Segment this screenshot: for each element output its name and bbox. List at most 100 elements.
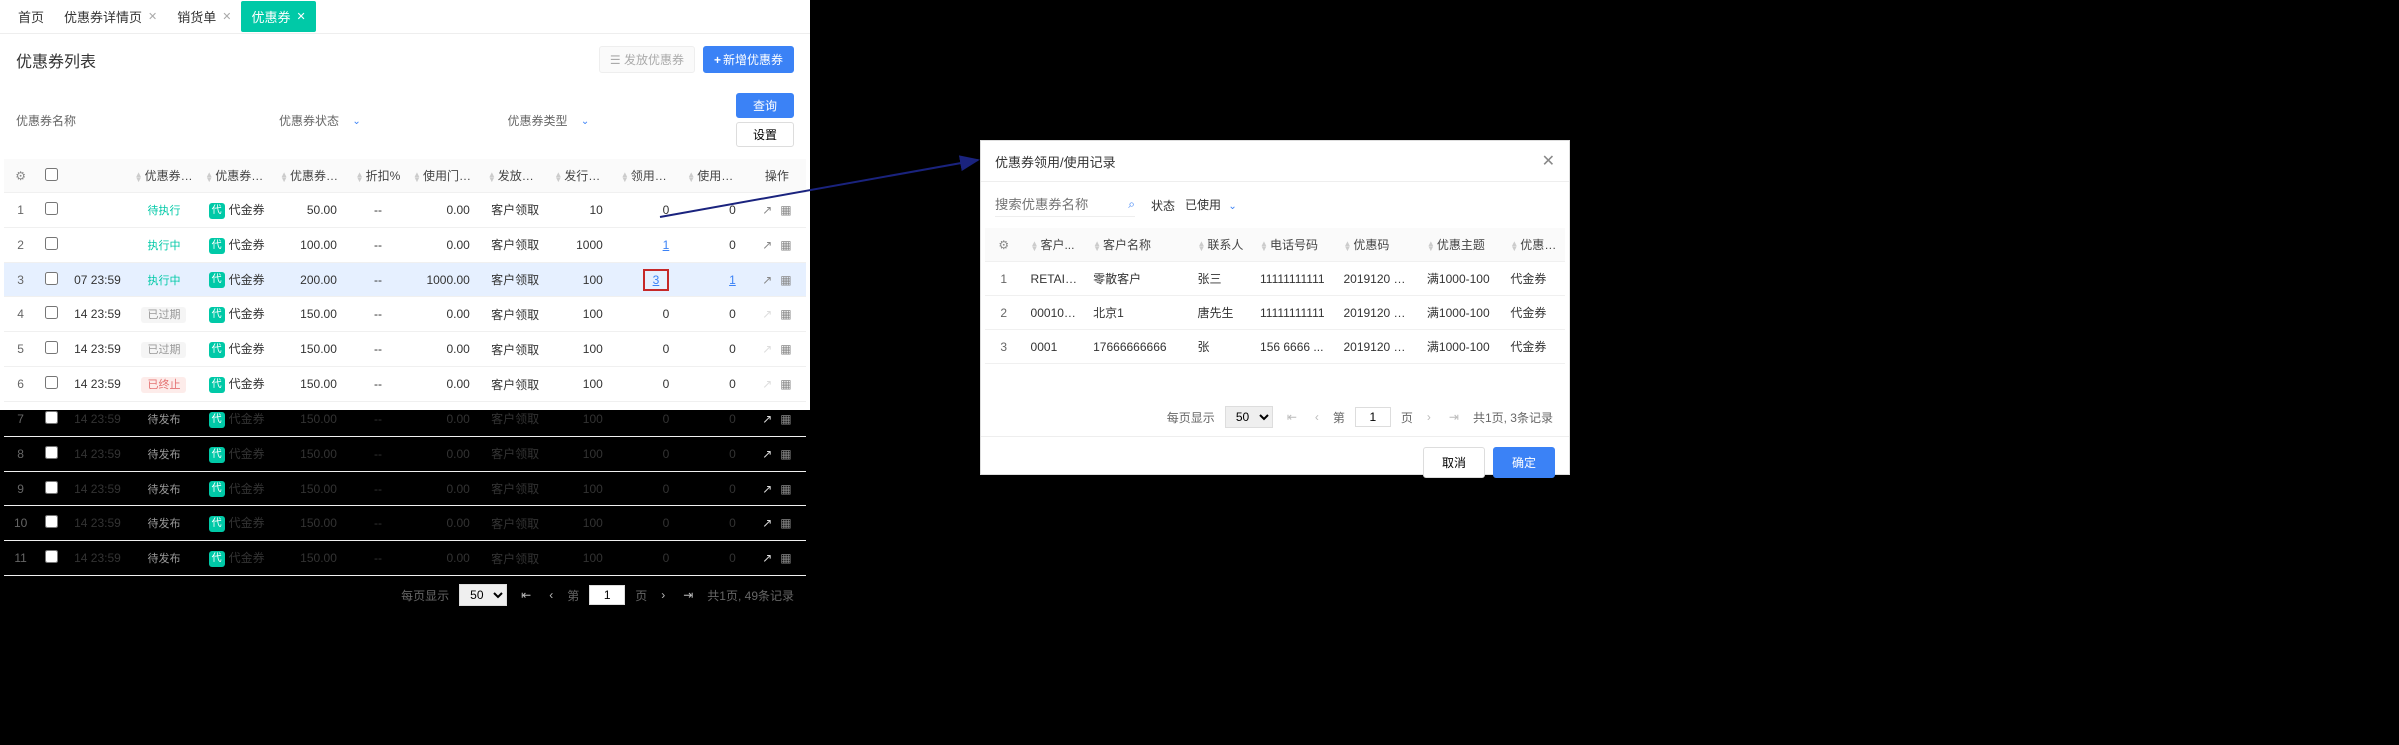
table-row[interactable]: 1RETAIL...零散客户张三111111111112019120 70...… (985, 262, 1565, 296)
table-row[interactable]: 814 23:59待发布代代金券150.00--0.00客户领取10000↗▦ (4, 436, 806, 471)
qrcode-icon[interactable]: ▦ (780, 342, 791, 356)
row-checkbox[interactable] (45, 237, 58, 250)
dlg-page-input[interactable] (1355, 407, 1391, 427)
row-checkbox[interactable] (45, 306, 58, 319)
row-checkbox[interactable] (45, 341, 58, 354)
sort-icon[interactable]: ▲▼ (280, 172, 288, 182)
share-icon[interactable]: ↗ (762, 238, 772, 252)
dlg-col-header[interactable]: ▲▼优惠码 (1335, 228, 1418, 262)
qrcode-icon[interactable]: ▦ (780, 551, 791, 565)
qrcode-icon[interactable]: ▦ (780, 412, 791, 426)
table-row[interactable]: 3000117666666666张156 6666 ...2019120 70.… (985, 330, 1565, 364)
dlg-per-page-select[interactable]: 50 (1225, 406, 1273, 428)
row-checkbox[interactable] (45, 202, 58, 215)
confirm-button[interactable]: 确定 (1493, 447, 1555, 478)
qrcode-icon[interactable]: ▦ (780, 377, 791, 391)
qrcode-icon[interactable]: ▦ (780, 516, 791, 530)
sort-icon[interactable]: ▲▼ (413, 172, 421, 182)
dlg-prev-page-icon[interactable]: ‹ (1311, 410, 1323, 424)
dlg-col-header[interactable]: ▲▼客户名称 (1085, 228, 1189, 262)
gear-icon[interactable]: ⚙ (998, 238, 1009, 252)
sort-icon[interactable]: ▲▼ (1093, 241, 1101, 251)
col-header[interactable]: ▲▼优惠券状态 (129, 159, 200, 193)
dlg-next-page-icon[interactable]: › (1423, 410, 1435, 424)
row-checkbox[interactable] (45, 515, 58, 528)
share-icon[interactable]: ↗ (762, 203, 772, 217)
cancel-button[interactable]: 取消 (1423, 447, 1485, 478)
sort-icon[interactable]: ▲▼ (1031, 241, 1039, 251)
page-input[interactable] (589, 585, 625, 605)
dialog-search-input[interactable] (995, 193, 1135, 217)
sort-icon[interactable]: ▲▼ (687, 172, 695, 182)
qrcode-icon[interactable]: ▦ (780, 482, 791, 496)
qrcode-icon[interactable]: ▦ (780, 273, 791, 287)
per-page-select[interactable]: 50 (459, 584, 507, 606)
table-row[interactable]: 414 23:59已过期代代金券150.00--0.00客户领取10000↗▦ (4, 297, 806, 332)
tab-优惠券[interactable]: 优惠券✕ (241, 1, 315, 32)
col-header[interactable]: ▲▼优惠券面值 (274, 159, 349, 193)
filter-type-select[interactable]: ⌄ (574, 109, 716, 132)
dialog-status-select[interactable]: 已使用 ⌄ (1185, 192, 1305, 218)
dlg-last-page-icon[interactable]: ⇥ (1445, 410, 1463, 424)
col-header[interactable]: ▲▼优惠券类型 (199, 159, 274, 193)
search-icon[interactable]: ⌕ (1128, 197, 1135, 212)
add-coupon-button[interactable]: +新增优惠券 (703, 46, 794, 73)
dlg-col-header[interactable]: ▲▼客户... (1023, 228, 1086, 262)
col-header[interactable]: ▲▼领用数量 (615, 159, 681, 193)
qrcode-icon[interactable]: ▦ (780, 447, 791, 461)
tab-销货单[interactable]: 销货单✕ (167, 1, 241, 32)
qrcode-icon[interactable]: ▦ (780, 307, 791, 321)
sort-icon[interactable]: ▲▼ (135, 172, 143, 182)
dlg-first-page-icon[interactable]: ⇤ (1283, 410, 1301, 424)
last-page-icon[interactable]: ⇥ (679, 588, 697, 602)
first-page-icon[interactable]: ⇤ (517, 588, 535, 602)
prev-page-icon[interactable]: ‹ (545, 588, 557, 602)
table-row[interactable]: 1014 23:59待发布代代金券150.00--0.00客户领取10000↗▦ (4, 506, 806, 541)
sort-icon[interactable]: ▲▼ (1427, 241, 1435, 251)
dlg-col-header[interactable]: ▲▼电话号码 (1252, 228, 1335, 262)
sort-icon[interactable]: ▲▼ (1197, 241, 1205, 251)
sort-icon[interactable]: ▲▼ (1343, 241, 1351, 251)
table-row[interactable]: 614 23:59已终止代代金券150.00--0.00客户领取10000↗▦ (4, 367, 806, 402)
col-header[interactable]: ▲▼使用门槛... (407, 159, 482, 193)
qrcode-icon[interactable]: ▦ (780, 238, 791, 252)
close-icon[interactable]: ✕ (148, 10, 157, 23)
use-count-link[interactable]: 1 (729, 273, 736, 287)
claim-count-link[interactable]: 1 (663, 238, 670, 252)
table-row[interactable]: 514 23:59已过期代代金券150.00--0.00客户领取10000↗▦ (4, 332, 806, 367)
settings-button[interactable]: 设置 (736, 122, 794, 147)
table-row[interactable]: 1114 23:59待发布代代金券150.00--0.00客户领取10000↗▦ (4, 541, 806, 576)
sort-icon[interactable]: ▲▼ (1510, 241, 1518, 251)
table-row[interactable]: 714 23:59待发布代代金券150.00--0.00客户领取10000↗▦ (4, 401, 806, 436)
share-icon[interactable]: ↗ (762, 273, 772, 287)
dlg-col-header[interactable]: ▲▼优惠主题 (1419, 228, 1502, 262)
sort-icon[interactable]: ▲▼ (554, 172, 562, 182)
col-header[interactable]: ▲▼折扣% (349, 159, 407, 193)
sort-icon[interactable]: ▲▼ (1260, 241, 1268, 251)
dlg-col-header[interactable]: ▲▼联系人 (1189, 228, 1252, 262)
filter-name-input[interactable] (82, 108, 259, 132)
sort-icon[interactable]: ▲▼ (205, 172, 213, 182)
col-header[interactable]: ▲▼发放方式 (482, 159, 548, 193)
table-row[interactable]: 307 23:59执行中代代金券200.00--1000.00客户领取10031… (4, 262, 806, 297)
row-checkbox[interactable] (45, 446, 58, 459)
tab-首页[interactable]: 首页 (8, 1, 54, 32)
col-header[interactable]: ▲▼发行数量 (548, 159, 614, 193)
row-checkbox[interactable] (45, 376, 58, 389)
claim-count-link[interactable]: 3 (643, 269, 670, 291)
close-icon[interactable]: ✕ (222, 10, 231, 23)
table-row[interactable]: 1待执行代代金券50.00--0.00客户领取1000↗▦ (4, 193, 806, 228)
table-row[interactable]: 2执行中代代金券100.00--0.00客户领取100010↗▦ (4, 227, 806, 262)
sort-icon[interactable]: ▲▼ (488, 172, 496, 182)
tab-优惠券详情页[interactable]: 优惠券详情页✕ (54, 1, 167, 32)
qrcode-icon[interactable]: ▦ (780, 203, 791, 217)
query-button[interactable]: 查询 (736, 93, 794, 118)
dlg-col-header[interactable]: ▲▼优惠券类... (1502, 228, 1565, 262)
row-checkbox[interactable] (45, 411, 58, 424)
select-all-checkbox[interactable] (45, 168, 58, 181)
row-checkbox[interactable] (45, 481, 58, 494)
table-row[interactable]: 200010001北京1唐先生111111111112019120 70...满… (985, 296, 1565, 330)
gear-icon[interactable]: ⚙ (15, 169, 26, 183)
filter-status-select[interactable]: ⌄ (345, 109, 487, 132)
row-checkbox[interactable] (45, 272, 58, 285)
